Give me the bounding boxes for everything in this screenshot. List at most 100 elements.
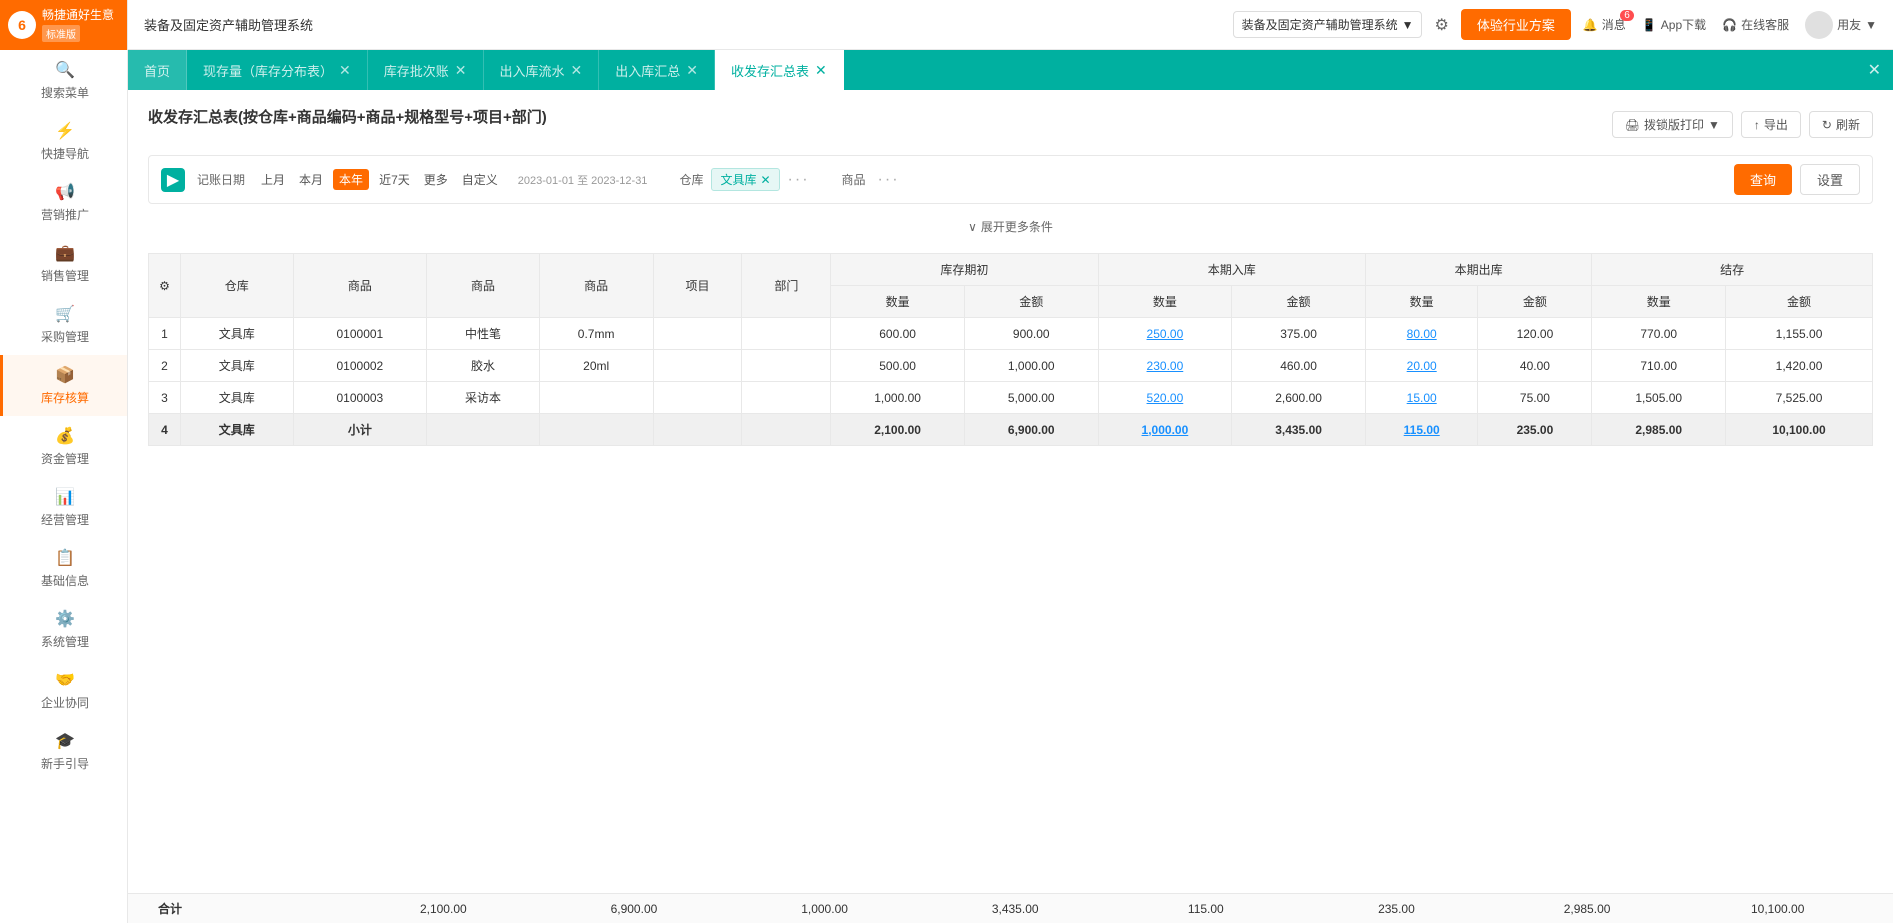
row-out-qty[interactable]: 80.00 [1365,318,1478,350]
subtotal-empty3 [653,414,742,446]
th-project: 项目 [653,254,742,318]
tab-flow[interactable]: 出入库流水 ✕ [484,50,600,90]
tab-close-icon[interactable]: ✕ [455,62,467,79]
subtotal-empty4 [742,414,831,446]
table-settings-th[interactable]: ⚙ [149,254,181,318]
row-project [653,318,742,350]
tab-batch-ledger[interactable]: 库存批次账 ✕ [368,50,484,90]
messages-button[interactable]: 🔔 消息 6 [1583,16,1626,33]
sidebar-item-enterprise[interactable]: 🤝 企业协同 [0,660,127,721]
th-in-amt: 金额 [1232,286,1366,318]
row-code: 0100002 [293,350,427,382]
warehouse-tag-text: 文具库 [720,171,756,188]
warehouse-tag-close[interactable]: ✕ [760,173,770,187]
tab-summary-inout[interactable]: 出入库汇总 ✕ [599,50,715,90]
table-row: 3 文具库 0100003 采访本 1,000.00 5,000.00 520.… [149,382,1873,414]
tab-close-icon[interactable]: ✕ [571,62,583,79]
sidebar-item-search[interactable]: 🔍 搜索菜单 [0,50,127,111]
sidebar-item-base-info[interactable]: 📋 基础信息 [0,538,127,599]
messages-badge: 6 [1620,10,1634,21]
date-option-7days[interactable]: 近7天 [375,169,414,190]
tab-recv-send-summary[interactable]: 收发存汇总表 ✕ [715,50,844,90]
subtotal-out-qty[interactable]: 115.00 [1365,414,1478,446]
th-out-qty: 数量 [1365,286,1478,318]
row-bal-amt: 7,525.00 [1726,382,1873,414]
app-dropdown[interactable]: 装备及固定资产辅助管理系统 ▼ [1233,11,1423,38]
subtotal-in-qty[interactable]: 1,000.00 [1098,414,1232,446]
th-bal-amt: 金额 [1726,286,1873,318]
export-button[interactable]: ↑ 导出 [1741,111,1801,138]
th-code: 商品 [293,254,427,318]
search-icon: 🔍 [55,60,75,80]
app-download-button[interactable]: 📱 App下载 [1642,16,1706,33]
tab-inventory-dist[interactable]: 现存量（库存分布表） ✕ [187,50,368,90]
online-service-button[interactable]: 🎧 在线客服 [1722,16,1789,33]
tab-label: 现存量（库存分布表） [203,61,333,80]
footer-out-qty: 115.00 [1111,902,1302,916]
tab-label: 出入库汇总 [615,61,680,80]
date-option-more[interactable]: 更多 [420,169,452,190]
row-in-qty[interactable]: 520.00 [1098,382,1232,414]
sidebar-item-finance[interactable]: 💰 资金管理 [0,416,127,477]
print-button[interactable]: 🖨 拨锁版打印 ▼ [1612,111,1733,138]
subtotal-open-qty: 2,100.00 [831,414,965,446]
row-code: 0100003 [293,382,427,414]
tab-close-icon[interactable]: ✕ [339,62,351,79]
user-menu[interactable]: 用友 ▼ [1805,11,1877,39]
row-code: 0100001 [293,318,427,350]
sidebar-item-inventory[interactable]: 📦 库存核算 [0,355,127,416]
row-in-amt: 2,600.00 [1232,382,1366,414]
logo-text: 畅捷通好生意 [42,8,114,24]
sidebar-item-quick-nav[interactable]: ⚡ 快捷导航 [0,111,127,172]
date-option-this-month[interactable]: 本月 [295,169,327,190]
sidebar-item-sales[interactable]: 💼 销售管理 [0,233,127,294]
date-range-display: 2023-01-01 至 2023-12-31 [518,172,648,188]
warehouse-more-button[interactable]: ··· [788,171,810,189]
sidebar-item-label: 快捷导航 [41,145,89,162]
goods-filter-label: 商品 [842,171,866,188]
avatar [1805,11,1833,39]
settings-icon[interactable]: ⚙ [1434,15,1448,35]
content-area: 收发存汇总表(按仓库+商品编码+商品+规格型号+项目+部门) 🖨 拨锁版打印 ▼… [128,90,1893,923]
filter-toggle-button[interactable]: ▶ [161,168,185,192]
trial-button[interactable]: 体验行业方案 [1461,9,1571,40]
tab-home[interactable]: 首页 [128,50,187,90]
date-options: 上月 本月 本年 近7天 更多 自定义 [257,169,502,190]
sidebar-item-marketing[interactable]: 📢 营销推广 [0,172,127,233]
refresh-button[interactable]: ↻ 刷新 [1809,111,1873,138]
tab-close-icon[interactable]: ✕ [686,62,698,79]
chevron-down-icon: ▼ [1708,118,1720,132]
filter-setting-button[interactable]: 设置 [1800,164,1860,195]
export-icon: ↑ [1754,118,1760,132]
date-option-last-month[interactable]: 上月 [257,169,289,190]
sidebar-item-operations[interactable]: 📊 经营管理 [0,477,127,538]
user-label: 用友 [1837,16,1861,33]
query-button[interactable]: 查询 [1734,164,1792,195]
sidebar-item-system[interactable]: ⚙️ 系统管理 [0,599,127,660]
tab-bar-close-button[interactable]: ✕ [1856,60,1893,80]
sidebar-item-label: 企业协同 [41,694,89,711]
row-out-amt: 40.00 [1478,350,1592,382]
row-no: 2 [149,350,181,382]
printer-icon: 🖨 [1625,118,1640,132]
tab-bar: 首页 现存量（库存分布表） ✕ 库存批次账 ✕ 出入库流水 ✕ 出入库汇总 ✕ … [128,50,1893,90]
goods-more-button[interactable]: ··· [878,171,900,189]
row-out-qty[interactable]: 20.00 [1365,350,1478,382]
footer-total-label: 合计 [148,900,348,917]
expand-more-button[interactable]: ∨ 展开更多条件 [148,212,1873,241]
row-in-qty[interactable]: 250.00 [1098,318,1232,350]
tab-close-icon[interactable]: ✕ [815,62,827,79]
date-option-this-year[interactable]: 本年 [333,169,369,190]
row-out-qty[interactable]: 15.00 [1365,382,1478,414]
table-row: 2 文具库 0100002 胶水 20ml 500.00 1,000.00 23… [149,350,1873,382]
page-title: 收发存汇总表(按仓库+商品编码+商品+规格型号+项目+部门) [148,106,547,127]
sidebar-item-purchase[interactable]: 🛒 采购管理 [0,294,127,355]
row-in-qty[interactable]: 230.00 [1098,350,1232,382]
sidebar-item-guide[interactable]: 🎓 新手引导 [0,721,127,782]
filter-actions: 查询 设置 [1734,164,1860,195]
row-open-amt: 1,000.00 [964,350,1098,382]
date-option-custom[interactable]: 自定义 [458,169,502,190]
tab-label: 收发存汇总表 [731,61,809,80]
row-bal-qty: 770.00 [1592,318,1726,350]
sidebar-item-label: 库存核算 [41,389,89,406]
